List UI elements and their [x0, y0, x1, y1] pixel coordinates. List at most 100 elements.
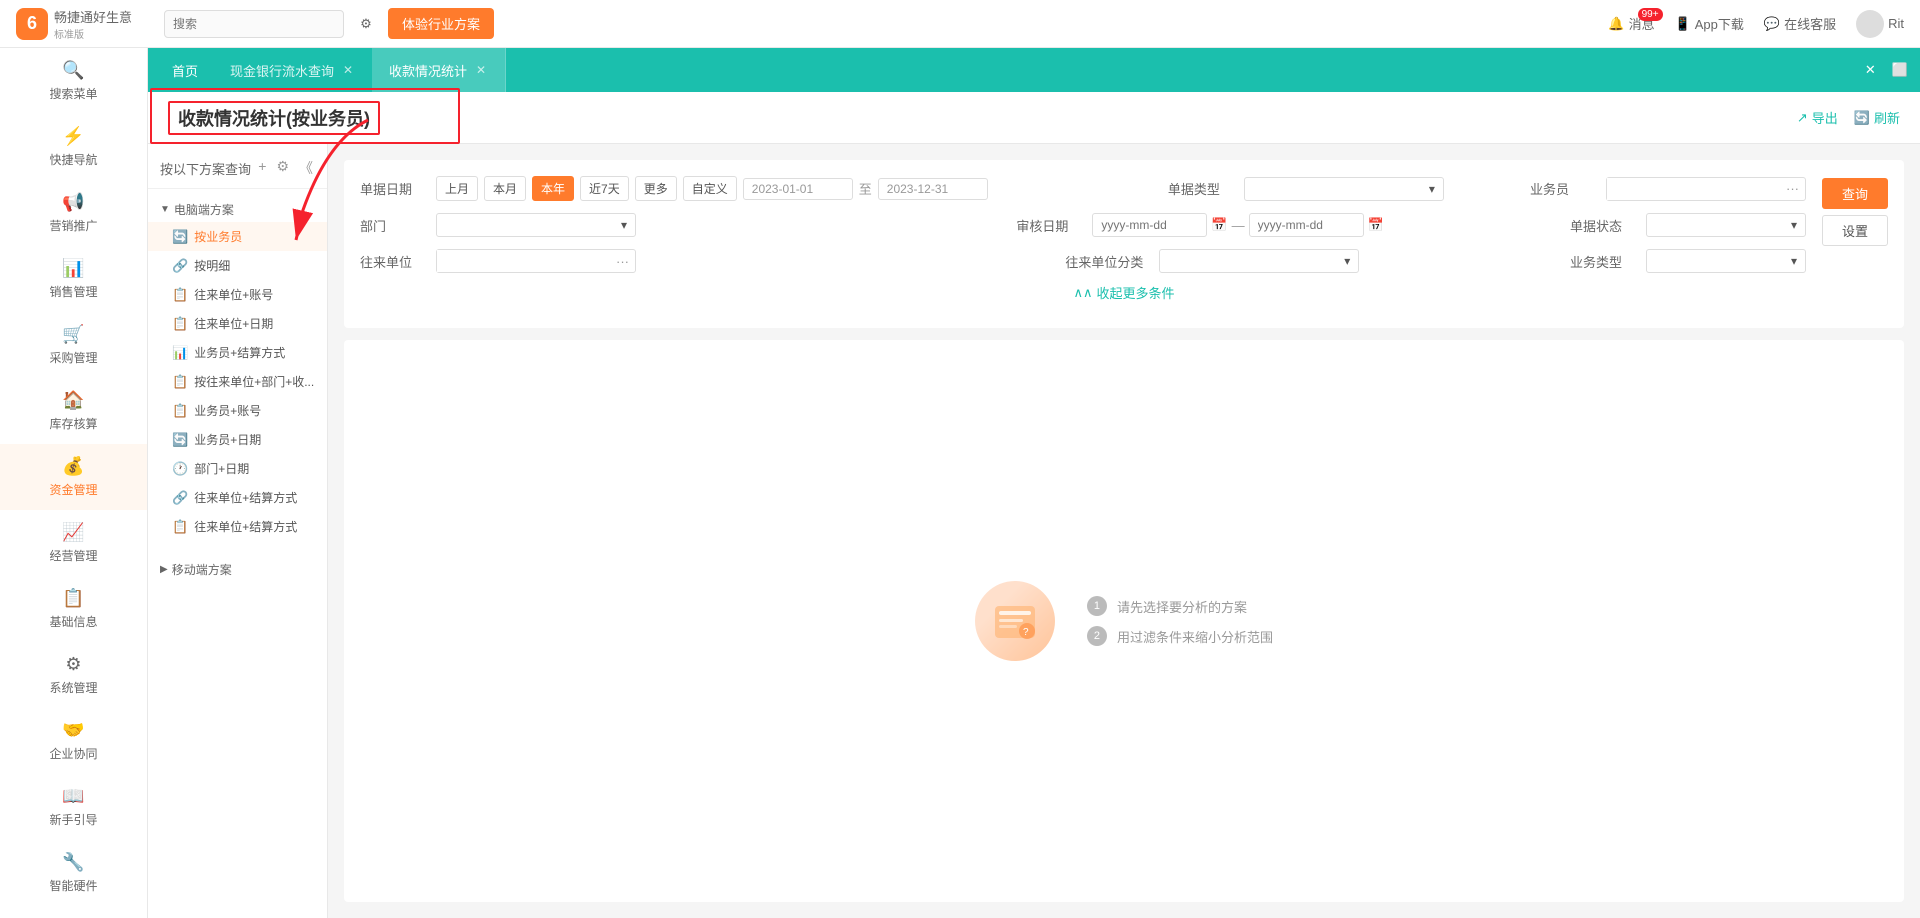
step-1-text: 请先选择要分析的方案	[1117, 597, 1247, 616]
doc-type-select[interactable]: ▾	[1244, 177, 1444, 201]
panel-item-sales-account[interactable]: 📋 业务员+账号	[148, 396, 327, 425]
date-btn-this-year[interactable]: 本年	[532, 176, 574, 201]
doc-status-select[interactable]: ▾	[1646, 213, 1806, 237]
sidebar-item-sales[interactable]: 📊 销售管理	[0, 246, 147, 312]
empty-illustration: ?	[975, 581, 1055, 661]
doc-status-chevron-icon: ▾	[1791, 218, 1797, 232]
panel-item-sales-settle[interactable]: 📊 业务员+结算方式	[148, 338, 327, 367]
review-date-to-input[interactable]	[1249, 213, 1364, 237]
tab-bank-flow-close-icon[interactable]: ✕	[340, 62, 356, 78]
export-button[interactable]: ↗ 导出	[1797, 108, 1838, 127]
date-to-input[interactable]	[878, 178, 988, 200]
review-date-from-input[interactable]	[1092, 213, 1207, 237]
refresh-icon: 🔄	[1854, 110, 1870, 126]
trial-button[interactable]: 体验行业方案	[388, 8, 494, 39]
window-maximize-icon[interactable]: ⬜	[1888, 58, 1912, 82]
main-layout: 🔍 搜索菜单 ⚡ 快捷导航 📢 营销推广 📊 销售管理 🛒 采购管理 🏠 库存核…	[0, 48, 1920, 918]
tab-collection-stat-close-icon[interactable]: ✕	[473, 62, 489, 78]
business-type-select[interactable]: ▾	[1646, 249, 1806, 273]
date-btn-7days[interactable]: 近7天	[580, 176, 629, 201]
marketing-icon: 📢	[62, 192, 84, 213]
empty-svg: ?	[985, 591, 1045, 651]
detail-item-icon: 🔗	[172, 258, 188, 274]
filter-main: 单据日期 上月 本月 本年 近7天 更多 自定义	[360, 176, 1888, 273]
dept-date-label: 部门+日期	[194, 460, 249, 477]
online-service-action[interactable]: 💬 在线客服	[1764, 14, 1836, 33]
filter-settings-button[interactable]: 设置	[1822, 215, 1888, 246]
panel-item-unit-dept-coll[interactable]: 📋 按往来单位+部门+收...	[148, 367, 327, 396]
panel-item-unit-date[interactable]: 📋 往来单位+日期	[148, 309, 327, 338]
top-search-input[interactable]	[164, 10, 344, 38]
panel-collapse-icon[interactable]: 《	[297, 156, 315, 180]
user-name-label: Rit	[1888, 16, 1904, 31]
panel-settings-icon[interactable]: ⚙	[274, 156, 291, 180]
sidebar-item-operations[interactable]: 📈 经营管理	[0, 510, 147, 576]
sidebar-item-finance[interactable]: 💰 资金管理	[0, 444, 147, 510]
partner-dots[interactable]: ···	[610, 254, 635, 269]
sidebar-item-smart-hw[interactable]: 🔧 智能硬件	[0, 840, 147, 906]
tab-collection-stat[interactable]: 收款情况统计 ✕	[373, 48, 506, 92]
right-content: 单据日期 上月 本月 本年 近7天 更多 自定义	[328, 144, 1920, 918]
date-btn-more[interactable]: 更多	[635, 176, 677, 201]
filter-fields: 单据日期 上月 本月 本年 近7天 更多 自定义	[360, 176, 1806, 273]
enterprise-icon: 🤝	[62, 720, 84, 741]
calendar-from-icon[interactable]: 📅	[1211, 217, 1227, 233]
finance-icon: 💰	[62, 456, 84, 477]
sidebar-item-quick-nav[interactable]: ⚡ 快捷导航	[0, 114, 147, 180]
collapse-bar[interactable]: ∧∧ 收起更多条件	[360, 273, 1888, 312]
panel-item-dept-date[interactable]: 🕐 部门+日期	[148, 454, 327, 483]
panel-item-sales-date[interactable]: 🔄 业务员+日期	[148, 425, 327, 454]
tab-bank-flow-label: 现金银行流水查询	[230, 61, 334, 80]
online-service-label: 在线客服	[1784, 14, 1836, 33]
query-button[interactable]: 查询	[1822, 178, 1888, 209]
sidebar-item-purchase[interactable]: 🛒 采购管理	[0, 312, 147, 378]
sidebar-item-system[interactable]: ⚙ 系统管理	[0, 642, 147, 708]
date-btn-this-month[interactable]: 本月	[484, 176, 526, 201]
dept-select[interactable]: ▾	[436, 213, 636, 237]
date-btn-custom[interactable]: 自定义	[683, 176, 737, 201]
mobile-section-title[interactable]: ▶ 移动端方案	[148, 557, 327, 582]
gear-icon[interactable]: ⚙	[352, 10, 380, 38]
salesperson-input: ···	[1606, 177, 1806, 201]
sidebar-item-wechat[interactable]: 💬 企业微信	[0, 906, 147, 918]
refresh-button[interactable]: 🔄 刷新	[1854, 108, 1900, 127]
sidebar-item-search-menu[interactable]: 🔍 搜索菜单	[0, 48, 147, 114]
panel-item-unit-settle1[interactable]: 🔗 往来单位+结算方式	[148, 483, 327, 512]
unit-date-label: 往来单位+日期	[194, 315, 273, 332]
partner-category-select[interactable]: ▾	[1159, 249, 1359, 273]
salesperson-dots[interactable]: ···	[1780, 181, 1805, 196]
partner-input: ···	[436, 249, 636, 273]
unit-dept-icon: 📋	[172, 374, 188, 390]
user-area[interactable]: Rit	[1856, 10, 1904, 38]
sales-date-icon: 🔄	[172, 432, 188, 448]
sidebar-item-marketing[interactable]: 📢 营销推广	[0, 180, 147, 246]
date-btn-last-month[interactable]: 上月	[436, 176, 478, 201]
tab-home[interactable]: 首页	[156, 61, 214, 80]
app-download-action[interactable]: 📱 App下载	[1675, 14, 1744, 33]
sidebar-item-inventory[interactable]: 🏠 库存核算	[0, 378, 147, 444]
system-icon: ⚙	[65, 654, 81, 675]
sidebar-item-enterprise[interactable]: 🤝 企业协同	[0, 708, 147, 774]
calendar-to-icon[interactable]: 📅	[1368, 217, 1384, 233]
desktop-section-title[interactable]: ▼ 电脑端方案	[148, 197, 327, 222]
partner-text-input[interactable]	[437, 250, 610, 272]
salesperson-text-input[interactable]	[1607, 178, 1780, 200]
sidebar-item-basic-info[interactable]: 📋 基础信息	[0, 576, 147, 642]
panel-item-by-detail[interactable]: 🔗 按明细	[148, 251, 327, 280]
panel-item-by-salesperson[interactable]: 🔄 按业务员	[148, 222, 327, 251]
date-from-input[interactable]	[743, 178, 853, 200]
window-close-icon[interactable]: ✕	[1861, 58, 1880, 82]
mobile-section-label: 移动端方案	[172, 561, 232, 578]
unit-settle1-icon: 🔗	[172, 490, 188, 506]
panel-item-unit-account[interactable]: 📋 往来单位+账号	[148, 280, 327, 309]
panel-add-icon[interactable]: +	[256, 156, 268, 180]
tab-bank-flow[interactable]: 现金银行流水查询 ✕	[214, 48, 373, 92]
salesperson-filter-label: 业务员	[1530, 179, 1590, 198]
empty-steps: 1 请先选择要分析的方案 2 用过滤条件来缩小分析范围	[1087, 596, 1273, 646]
salesperson-item-icon: 🔄	[172, 229, 188, 245]
notification-area[interactable]: 🔔 消息 99+	[1608, 14, 1654, 33]
panel-item-unit-settle2[interactable]: 📋 往来单位+结算方式	[148, 512, 327, 541]
unit-account-icon: 📋	[172, 287, 188, 303]
sidebar-item-guide[interactable]: 📖 新手引导	[0, 774, 147, 840]
sidebar: 🔍 搜索菜单 ⚡ 快捷导航 📢 营销推广 📊 销售管理 🛒 采购管理 🏠 库存核…	[0, 48, 148, 918]
